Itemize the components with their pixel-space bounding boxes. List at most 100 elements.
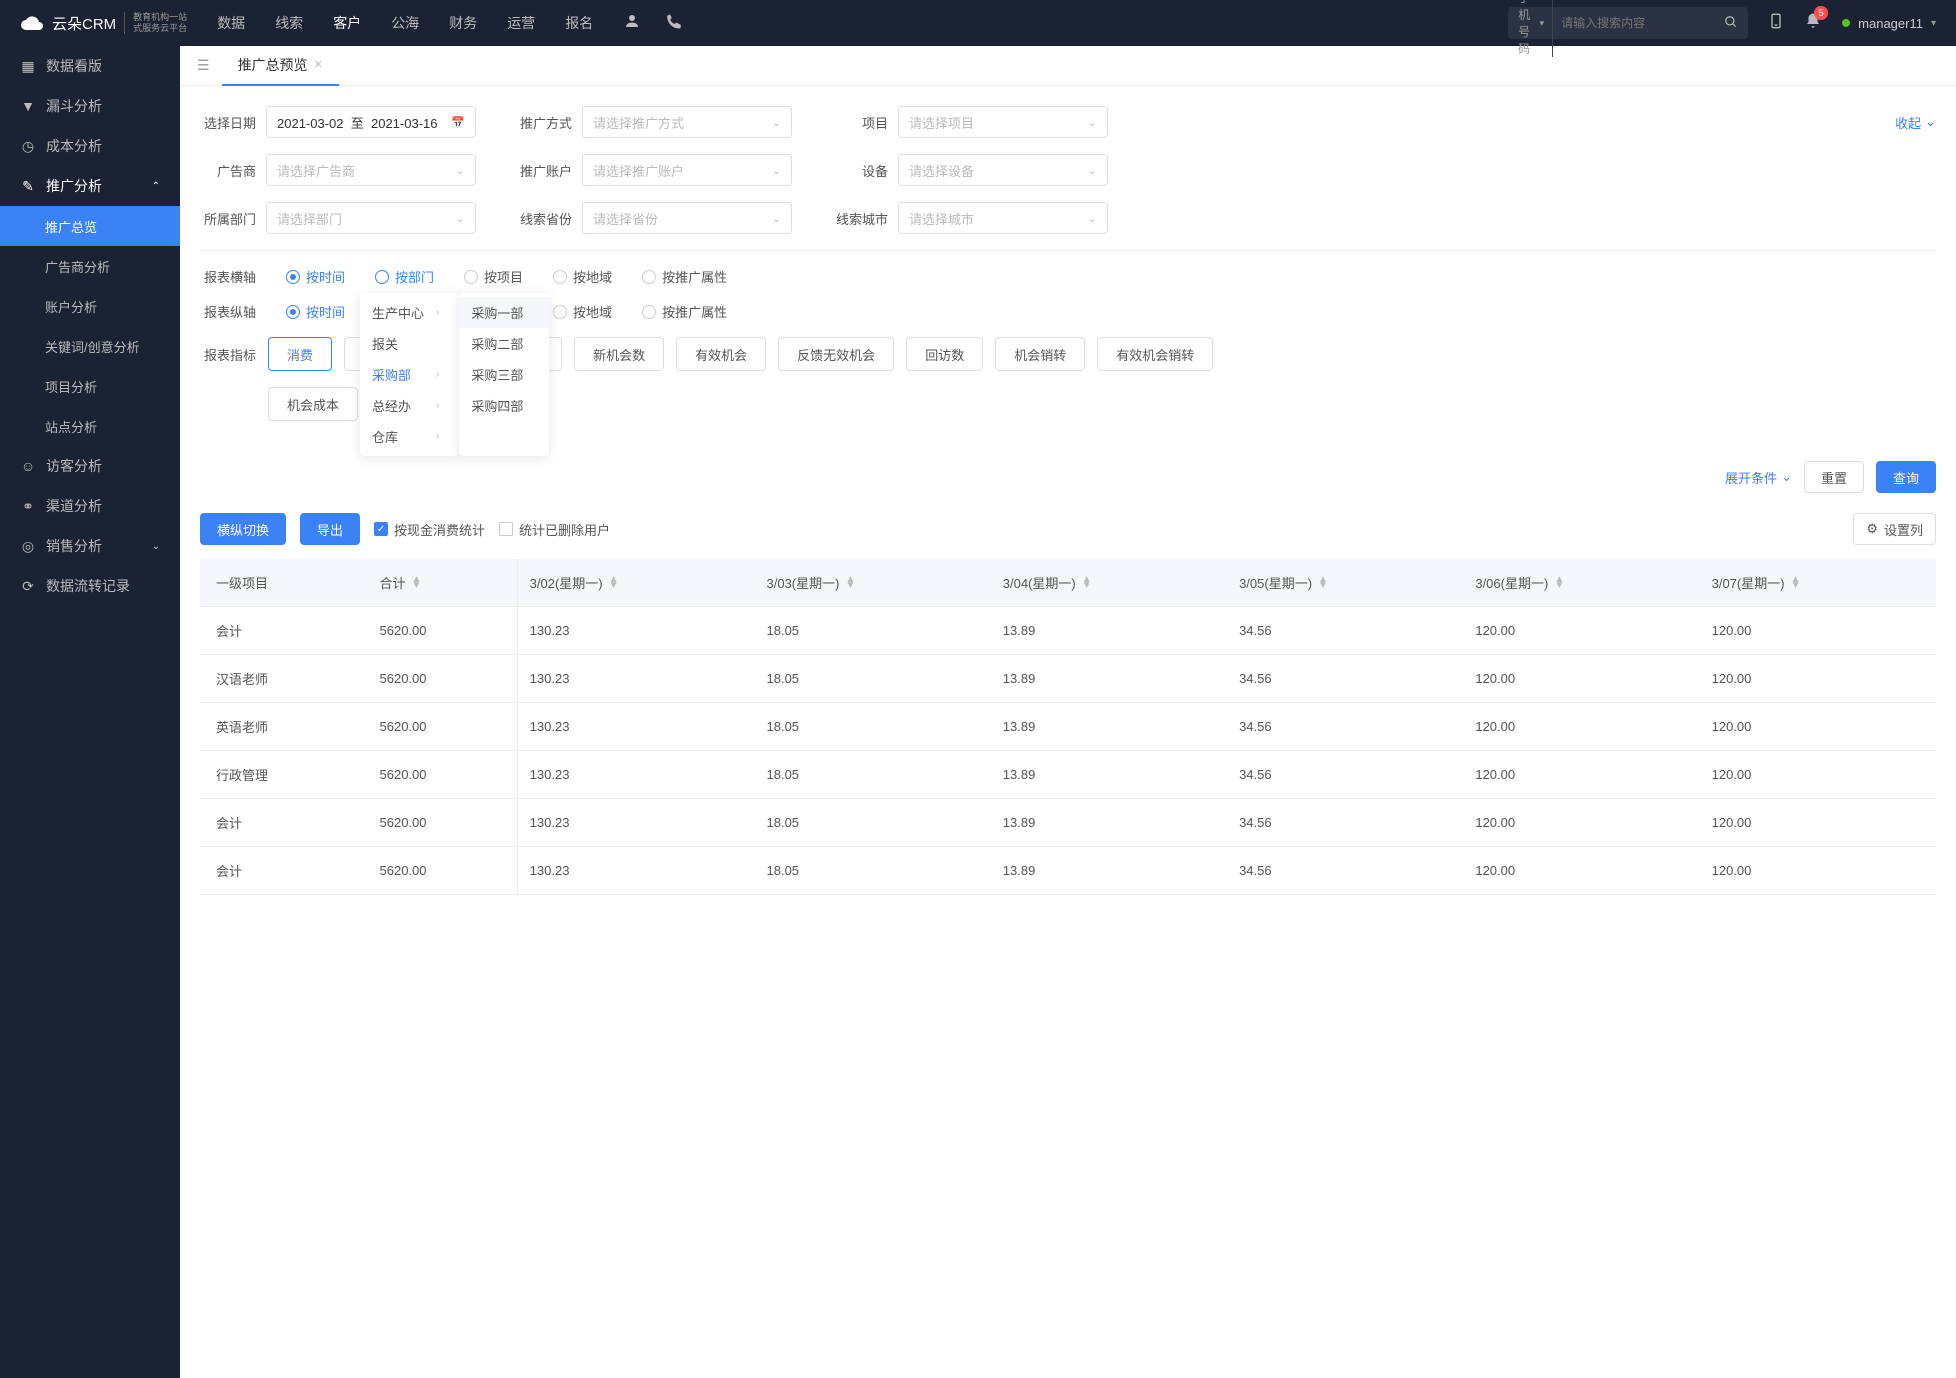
nav-signup[interactable]: 报名 — [565, 13, 593, 33]
notification-badge: 5 — [1814, 6, 1828, 20]
metric-revisit[interactable]: 回访数 — [906, 337, 983, 371]
phone-icon[interactable] — [665, 12, 683, 35]
metric-valid-opp[interactable]: 有效机会 — [676, 337, 766, 371]
mobile-icon[interactable] — [1768, 11, 1784, 36]
date-range-input[interactable]: 2021-03-02 至 2021-03-16 📅 — [266, 106, 476, 138]
cascade-item[interactable]: 生产中心› — [360, 297, 459, 328]
sidebar-item-cost[interactable]: ◷ 成本分析 — [0, 126, 180, 166]
cascade-item[interactable]: 总经办› — [360, 390, 459, 421]
cascade-item[interactable]: 采购一部 — [459, 297, 549, 328]
nav-data[interactable]: 数据 — [217, 13, 245, 33]
table-col-header[interactable]: 合计▲▼ — [368, 559, 518, 607]
account-select[interactable]: 请选择推广账户 ⌄ — [582, 154, 792, 186]
city-select[interactable]: 请选择城市 ⌄ — [898, 202, 1108, 234]
radio-horiz-time[interactable]: 按时间 — [286, 267, 345, 286]
cash-stats-checkbox[interactable]: 按现金消费统计 — [374, 520, 485, 539]
province-select[interactable]: 请选择省份 ⌄ — [582, 202, 792, 234]
sort-icon[interactable]: ▲▼ — [609, 577, 619, 589]
sort-icon[interactable]: ▲▼ — [412, 577, 422, 589]
sidebar-item-dashboard[interactable]: ▦ 数据看版 — [0, 46, 180, 86]
radio-vert-region[interactable]: 按地域 — [553, 302, 612, 321]
table-col-header[interactable]: 3/07(星期一)▲▼ — [1700, 559, 1936, 607]
nav-customer[interactable]: 客户 — [333, 13, 361, 33]
user-menu[interactable]: manager11 ▾ — [1842, 16, 1936, 31]
flow-icon: ⟳ — [20, 578, 36, 594]
search-input[interactable] — [1553, 16, 1724, 30]
sidebar-item-visitor[interactable]: ☺ 访客分析 — [0, 446, 180, 486]
logo-sub: 教育机构一站 式服务云平台 — [124, 12, 187, 34]
table-col-header[interactable]: 3/03(星期一)▲▼ — [755, 559, 991, 607]
radio-horiz-promo[interactable]: 按推广属性 — [642, 267, 727, 286]
radio-horiz-project[interactable]: 按项目 — [464, 267, 523, 286]
sidebar-collapse-button[interactable]: ☰ — [185, 57, 222, 74]
tab-promo-overview[interactable]: 推广总预览 ✕ — [222, 46, 339, 86]
close-icon[interactable]: ✕ — [314, 58, 323, 71]
cascade-item[interactable]: 采购部› — [360, 359, 459, 390]
table-header: 一级项目合计▲▼3/02(星期一)▲▼3/03(星期一)▲▼3/04(星期一)▲… — [200, 559, 1936, 607]
metric-new-opp[interactable]: 新机会数 — [574, 337, 664, 371]
method-select[interactable]: 请选择推广方式 ⌄ — [582, 106, 792, 138]
table-col-header[interactable]: 3/04(星期一)▲▼ — [991, 559, 1227, 607]
dept-select[interactable]: 请选择部门 ⌄ — [266, 202, 476, 234]
logo[interactable]: 云朵CRM 教育机构一站 式服务云平台 — [20, 11, 187, 35]
table-col-header[interactable]: 3/02(星期一)▲▼ — [517, 559, 754, 607]
cascade-item[interactable]: 采购二部 — [459, 328, 549, 359]
metric-label: 报表指标 — [200, 345, 256, 364]
cascade-item[interactable]: 报关 — [360, 328, 459, 359]
sidebar-item-keyword[interactable]: 关键词/创意分析 — [0, 326, 180, 366]
sidebar-item-project[interactable]: 项目分析 — [0, 366, 180, 406]
query-button[interactable]: 查询 — [1876, 461, 1936, 493]
project-label: 项目 — [832, 113, 888, 132]
data-table: 一级项目合计▲▼3/02(星期一)▲▼3/03(星期一)▲▼3/04(星期一)▲… — [200, 559, 1936, 895]
metric-opp-cost[interactable]: 机会成本 — [268, 387, 358, 421]
sidebar-item-flow[interactable]: ⟳ 数据流转记录 — [0, 566, 180, 606]
metric-feedback-invalid[interactable]: 反馈无效机会 — [778, 337, 894, 371]
sidebar-item-promo[interactable]: ✎ 推广分析 ⌃ — [0, 166, 180, 206]
nav-lead[interactable]: 线索 — [275, 13, 303, 33]
nav-ops[interactable]: 运营 — [507, 13, 535, 33]
user-icon[interactable] — [623, 12, 641, 35]
sort-icon[interactable]: ▲▼ — [1318, 577, 1328, 589]
radio-vert-promo[interactable]: 按推广属性 — [642, 302, 727, 321]
table-col-header[interactable]: 3/06(星期一)▲▼ — [1463, 559, 1699, 607]
expand-conditions-link[interactable]: 展开条件 ⌄ — [1725, 468, 1792, 487]
reset-button[interactable]: 重置 — [1804, 461, 1864, 493]
metric-opp-convert[interactable]: 机会销转 — [995, 337, 1085, 371]
cascade-item[interactable]: 仓库› — [360, 421, 459, 452]
toggle-axis-button[interactable]: 横纵切换 — [200, 513, 286, 545]
table-cell: 5620.00 — [368, 847, 518, 895]
radio-horiz-region[interactable]: 按地域 — [553, 267, 612, 286]
sidebar-item-channel[interactable]: ⚭ 渠道分析 — [0, 486, 180, 526]
cascade-item[interactable]: 采购四部 — [459, 390, 549, 421]
radio-horiz-dept[interactable]: 按部门 — [375, 267, 434, 286]
search-box[interactable]: 手机号码 ▾ — [1508, 7, 1748, 39]
export-button[interactable]: 导出 — [300, 513, 360, 545]
table-cell: 34.56 — [1227, 703, 1463, 751]
table-col-header[interactable]: 3/05(星期一)▲▼ — [1227, 559, 1463, 607]
collapse-link[interactable]: 收起 ⌄ — [1895, 113, 1936, 132]
radio-vert-time[interactable]: 按时间 — [286, 302, 345, 321]
metric-valid-opp-convert[interactable]: 有效机会销转 — [1097, 337, 1213, 371]
sidebar-item-funnel[interactable]: ▼ 漏斗分析 — [0, 86, 180, 126]
project-select[interactable]: 请选择项目 ⌄ — [898, 106, 1108, 138]
sort-icon[interactable]: ▲▼ — [845, 577, 855, 589]
sidebar-item-promo-overview[interactable]: 推广总览 — [0, 206, 180, 246]
deleted-stats-checkbox[interactable]: 统计已删除用户 — [499, 520, 610, 539]
search-icon[interactable] — [1724, 15, 1738, 32]
advertiser-select[interactable]: 请选择广告商 ⌄ — [266, 154, 476, 186]
nav-finance[interactable]: 财务 — [449, 13, 477, 33]
sidebar-item-site[interactable]: 站点分析 — [0, 406, 180, 446]
sort-icon[interactable]: ▲▼ — [1791, 577, 1801, 589]
device-select[interactable]: 请选择设备 ⌄ — [898, 154, 1108, 186]
column-settings-button[interactable]: ⚙ 设置列 — [1853, 513, 1936, 545]
sort-icon[interactable]: ▲▼ — [1082, 577, 1092, 589]
sort-icon[interactable]: ▲▼ — [1554, 577, 1564, 589]
table-cell: 130.23 — [517, 751, 754, 799]
sidebar-item-sales[interactable]: ◎ 销售分析 ⌄ — [0, 526, 180, 566]
nav-sea[interactable]: 公海 — [391, 13, 419, 33]
cascade-item[interactable]: 采购三部 — [459, 359, 549, 390]
sidebar-item-advertiser[interactable]: 广告商分析 — [0, 246, 180, 286]
metric-consume[interactable]: 消费 — [268, 337, 332, 371]
bell-icon[interactable]: 5 — [1804, 12, 1822, 35]
sidebar-item-account[interactable]: 账户分析 — [0, 286, 180, 326]
